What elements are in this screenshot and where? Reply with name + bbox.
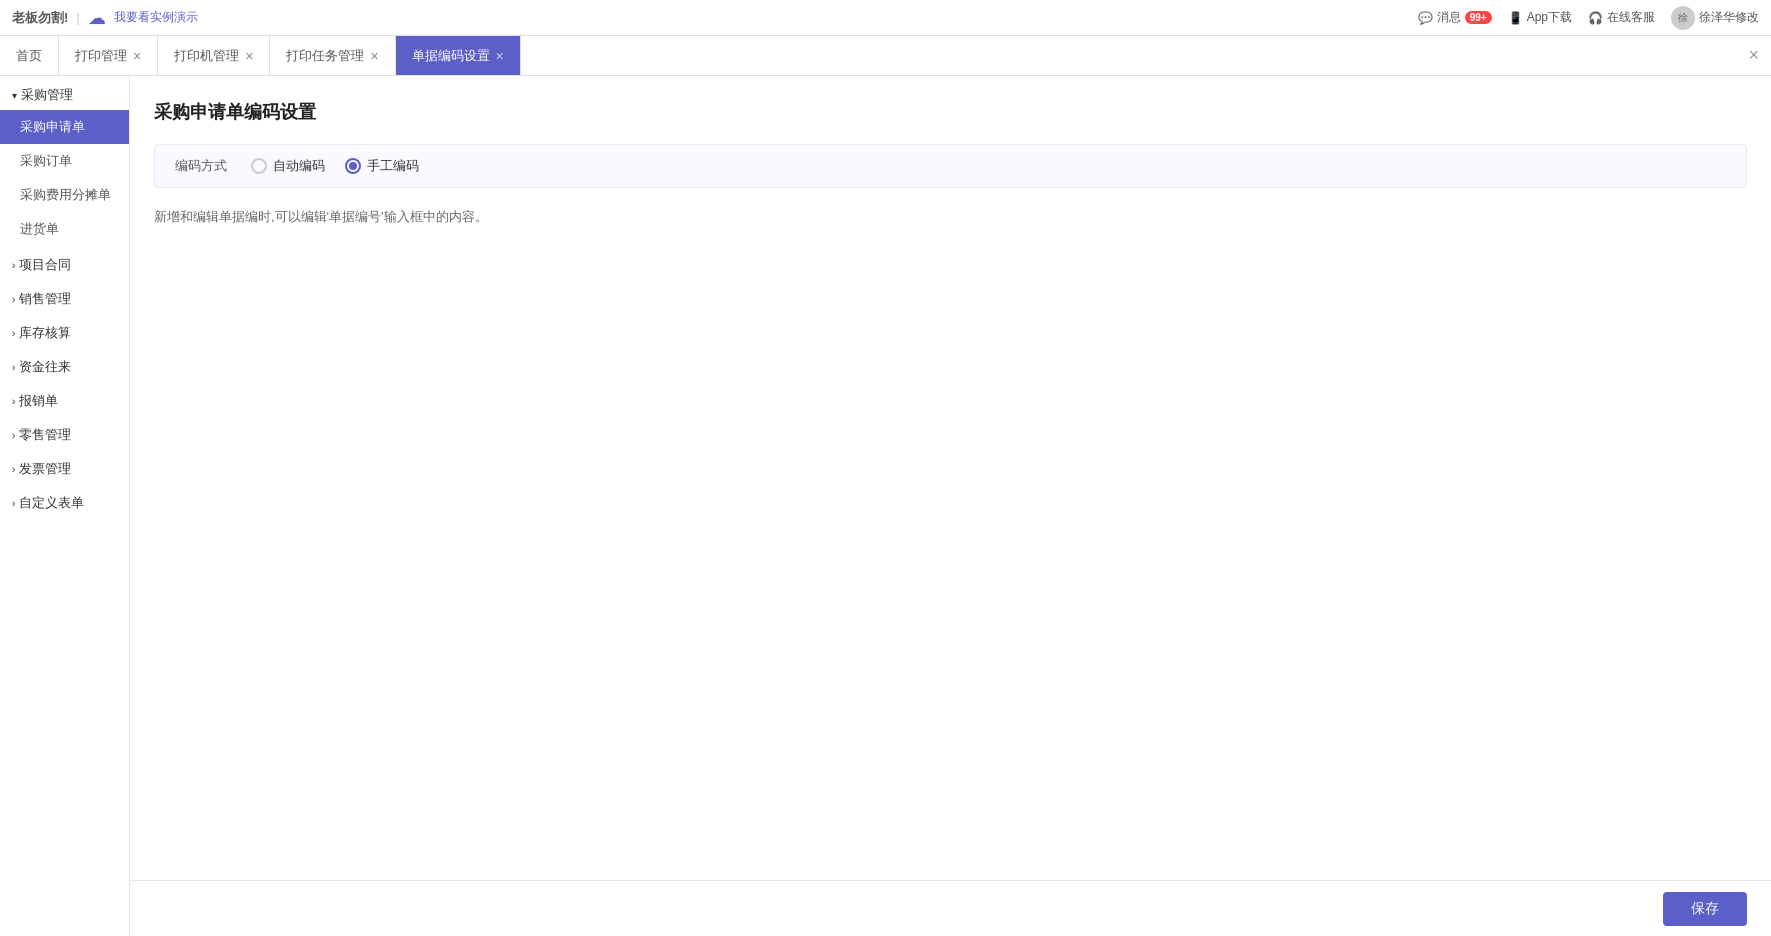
chevron-right-icon: › bbox=[12, 396, 15, 407]
page-title: 采购申请单编码设置 bbox=[154, 100, 1747, 124]
tab-barcode-settings[interactable]: 单据编码设置 × bbox=[396, 36, 521, 75]
sidebar-group-sales-mgmt[interactable]: › 销售管理 bbox=[0, 280, 129, 314]
cloud-icon: ☁ bbox=[88, 7, 106, 29]
chevron-right-icon: › bbox=[12, 498, 15, 509]
tab-print-task-mgmt[interactable]: 打印任务管理 × bbox=[270, 36, 395, 75]
sidebar-group-finance[interactable]: › 资金往来 bbox=[0, 348, 129, 382]
manual-code-radio[interactable] bbox=[345, 158, 361, 174]
sidebar-group-project-contract[interactable]: › 项目合同 bbox=[0, 246, 129, 280]
sidebar-group-invoice[interactable]: › 发票管理 bbox=[0, 450, 129, 484]
close-all-tabs-button[interactable]: × bbox=[1736, 36, 1771, 75]
customer-service-button[interactable]: 🎧 在线客服 bbox=[1588, 9, 1655, 26]
message-button[interactable]: 💬 消息 99+ bbox=[1418, 9, 1492, 26]
tab-close-print-mgmt[interactable]: × bbox=[133, 49, 141, 63]
headset-icon: 🎧 bbox=[1588, 11, 1603, 25]
top-bar: 老板勿割! | ☁ 我要看实例演示 💬 消息 99+ 📱 App下载 🎧 在线客… bbox=[0, 0, 1771, 36]
sidebar-group-custom-forms[interactable]: › 自定义表单 bbox=[0, 484, 129, 518]
message-icon: 💬 bbox=[1418, 11, 1433, 25]
tab-bar: 首页 打印管理 × 打印机管理 × 打印任务管理 × 单据编码设置 × × bbox=[0, 36, 1771, 76]
sidebar-group-retail[interactable]: › 零售管理 bbox=[0, 416, 129, 450]
chevron-down-icon: ▾ bbox=[12, 90, 17, 101]
sidebar-item-purchase-expense[interactable]: 采购费用分摊单 bbox=[0, 178, 129, 212]
chevron-right-icon: › bbox=[12, 260, 15, 271]
sidebar-item-purchase-receipt[interactable]: 进货单 bbox=[0, 212, 129, 246]
tab-printer-mgmt[interactable]: 打印机管理 × bbox=[158, 36, 270, 75]
tab-close-printer-mgmt[interactable]: × bbox=[245, 49, 253, 63]
save-button[interactable]: 保存 bbox=[1663, 892, 1747, 926]
encoding-label: 编码方式 bbox=[175, 157, 227, 175]
content-footer: 保存 bbox=[130, 880, 1771, 936]
chevron-right-icon: › bbox=[12, 328, 15, 339]
auto-code-option[interactable]: 自动编码 bbox=[251, 157, 325, 175]
sidebar-group-returns[interactable]: › 报销单 bbox=[0, 382, 129, 416]
tab-print-mgmt[interactable]: 打印管理 × bbox=[59, 36, 158, 75]
sidebar-item-purchase-order[interactable]: 采购订单 bbox=[0, 144, 129, 178]
phone-icon: 📱 bbox=[1508, 11, 1523, 25]
chevron-right-icon: › bbox=[12, 362, 15, 373]
sidebar-group-inventory[interactable]: › 库存核算 bbox=[0, 314, 129, 348]
brand-label: 老板勿割! bbox=[12, 9, 68, 27]
encoding-method-row: 编码方式 自动编码 手工编码 bbox=[154, 144, 1747, 188]
demo-link[interactable]: 我要看实例演示 bbox=[114, 9, 198, 26]
message-badge: 99+ bbox=[1465, 11, 1492, 24]
chevron-right-icon: › bbox=[12, 294, 15, 305]
sidebar-item-purchase-req[interactable]: 采购申请单 bbox=[0, 110, 129, 144]
sidebar: ▾ 采购管理 采购申请单 采购订单 采购费用分摊单 进货单 › 项目合同 › 销… bbox=[0, 76, 130, 936]
auto-code-radio[interactable] bbox=[251, 158, 267, 174]
main-layout: ▾ 采购管理 采购申请单 采购订单 采购费用分摊单 进货单 › 项目合同 › 销… bbox=[0, 76, 1771, 936]
avatar: 徐 bbox=[1671, 6, 1695, 30]
radio-group: 自动编码 手工编码 bbox=[251, 157, 419, 175]
chevron-right-icon: › bbox=[12, 430, 15, 441]
content-body: 采购申请单编码设置 编码方式 自动编码 手工编码 新增和编辑单据编时,可以编辑'… bbox=[130, 76, 1771, 880]
content-area: 采购申请单编码设置 编码方式 自动编码 手工编码 新增和编辑单据编时,可以编辑'… bbox=[130, 76, 1771, 936]
top-bar-right: 💬 消息 99+ 📱 App下载 🎧 在线客服 徐 徐泽华修改 bbox=[1418, 6, 1759, 30]
chevron-right-icon: › bbox=[12, 464, 15, 475]
top-bar-left: 老板勿割! | ☁ 我要看实例演示 bbox=[12, 7, 198, 29]
app-download-button[interactable]: 📱 App下载 bbox=[1508, 9, 1572, 26]
hint-text: 新增和编辑单据编时,可以编辑'单据编号'输入框中的内容。 bbox=[154, 208, 1747, 226]
manual-code-option[interactable]: 手工编码 bbox=[345, 157, 419, 175]
sidebar-group-purchase-mgmt[interactable]: ▾ 采购管理 bbox=[0, 76, 129, 110]
user-menu[interactable]: 徐 徐泽华修改 bbox=[1671, 6, 1759, 30]
tab-close-print-task-mgmt[interactable]: × bbox=[370, 49, 378, 63]
tab-home[interactable]: 首页 bbox=[0, 36, 59, 75]
tab-close-barcode-settings[interactable]: × bbox=[496, 49, 504, 63]
